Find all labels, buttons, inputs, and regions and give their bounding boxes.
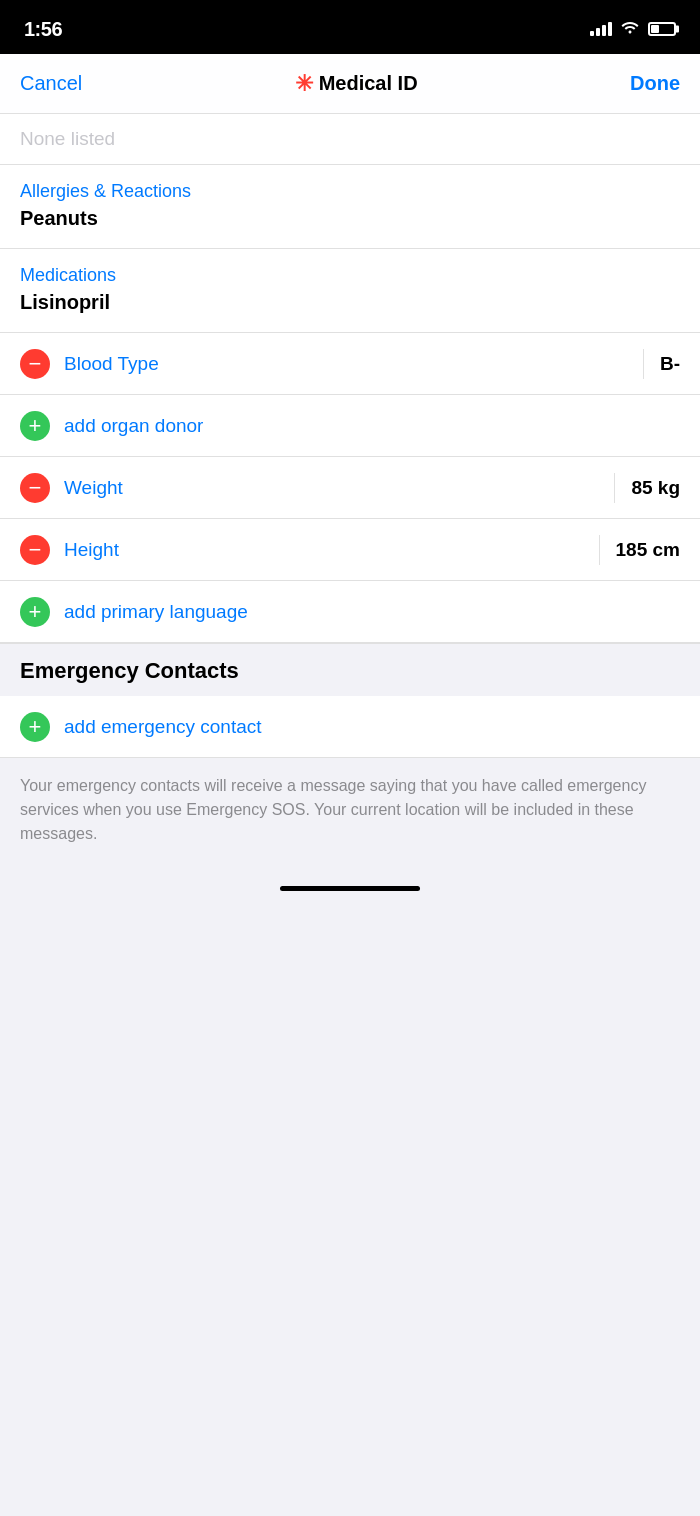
- organ-donor-label: add organ donor: [64, 415, 680, 437]
- primary-language-label: add primary language: [64, 601, 680, 623]
- height-label: Height: [64, 539, 599, 561]
- home-bar: [280, 886, 420, 891]
- footer-note-section: Your emergency contacts will receive a m…: [0, 758, 700, 876]
- medical-id-asterisk-icon: ✳: [295, 71, 313, 97]
- nav-title-text: Medical ID: [319, 72, 418, 95]
- blood-type-remove-icon[interactable]: [20, 349, 50, 379]
- medications-label: Medications: [20, 265, 680, 286]
- blood-type-row[interactable]: Blood Type B-: [0, 333, 700, 395]
- height-remove-icon[interactable]: [20, 535, 50, 565]
- status-icons: [590, 20, 676, 38]
- faded-none-listed: None listed: [20, 128, 115, 149]
- nav-bar: Cancel ✳ Medical ID Done: [0, 54, 700, 114]
- done-button[interactable]: Done: [630, 72, 680, 95]
- medications-section: Medications Lisinopril: [0, 249, 700, 333]
- organ-donor-add-icon[interactable]: [20, 411, 50, 441]
- allergies-label: Allergies & Reactions: [20, 181, 680, 202]
- weight-label: Weight: [64, 477, 614, 499]
- battery-icon: [648, 22, 676, 36]
- row-divider: [643, 349, 644, 379]
- organ-donor-row[interactable]: add organ donor: [0, 395, 700, 457]
- faded-section: None listed: [0, 114, 700, 165]
- primary-language-row[interactable]: add primary language: [0, 581, 700, 643]
- add-emergency-contact-row[interactable]: add emergency contact: [0, 696, 700, 758]
- height-value[interactable]: 185 cm: [616, 539, 680, 561]
- status-bar: 1:56: [0, 0, 700, 54]
- footer-note-text: Your emergency contacts will receive a m…: [20, 777, 646, 842]
- blood-type-label: Blood Type: [64, 353, 643, 375]
- allergies-section: Allergies & Reactions Peanuts: [0, 165, 700, 249]
- blood-type-value[interactable]: B-: [660, 353, 680, 375]
- weight-remove-icon[interactable]: [20, 473, 50, 503]
- allergies-value[interactable]: Peanuts: [20, 207, 680, 230]
- emergency-contact-label[interactable]: add emergency contact: [64, 716, 680, 738]
- emergency-contact-add-icon[interactable]: [20, 712, 50, 742]
- signal-icon: [590, 22, 612, 36]
- weight-row[interactable]: Weight 85 kg: [0, 457, 700, 519]
- emergency-contacts-header: Emergency Contacts: [0, 643, 700, 696]
- row-divider-height: [599, 535, 600, 565]
- wifi-icon: [620, 20, 640, 38]
- row-divider-weight: [614, 473, 615, 503]
- nav-title: ✳ Medical ID: [295, 71, 418, 97]
- medications-value[interactable]: Lisinopril: [20, 291, 680, 314]
- home-indicator: [0, 876, 700, 907]
- content-area: None listed Allergies & Reactions Peanut…: [0, 114, 700, 643]
- cancel-button[interactable]: Cancel: [20, 72, 82, 95]
- emergency-contacts-title: Emergency Contacts: [20, 658, 239, 683]
- primary-language-add-icon[interactable]: [20, 597, 50, 627]
- status-time: 1:56: [24, 18, 62, 41]
- weight-value[interactable]: 85 kg: [631, 477, 680, 499]
- height-row[interactable]: Height 185 cm: [0, 519, 700, 581]
